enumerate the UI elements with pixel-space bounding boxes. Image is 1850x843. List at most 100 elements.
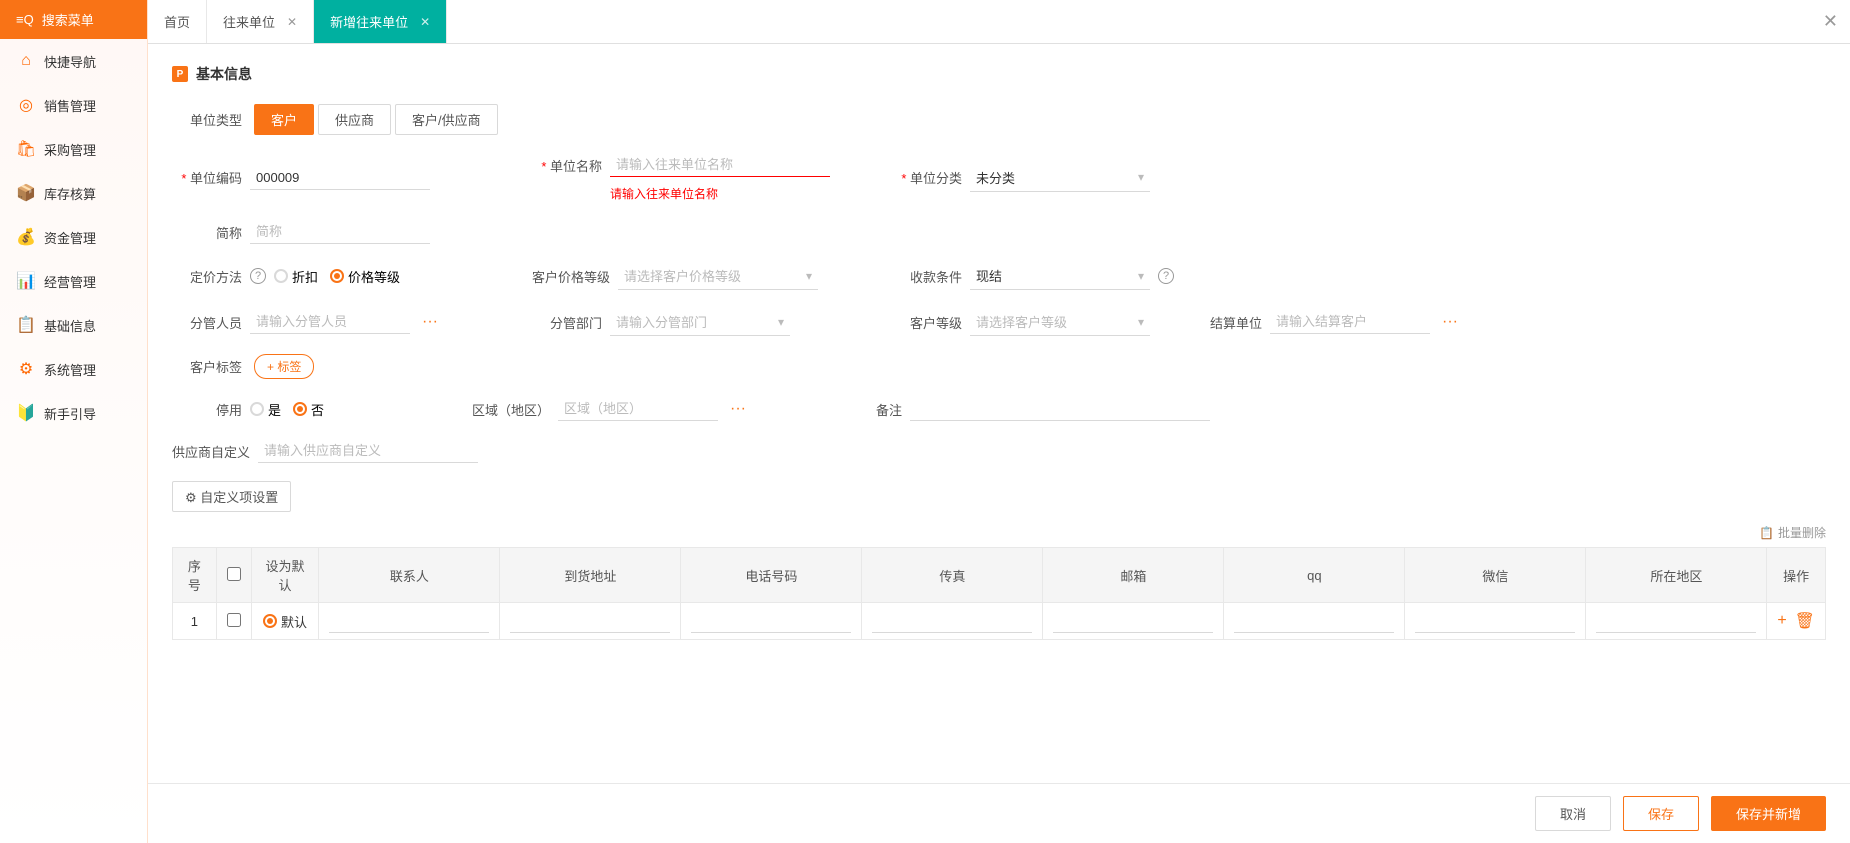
qq-input[interactable] [1234, 609, 1394, 633]
sidebar-item-system[interactable]: ⚙ 系统管理 [0, 347, 147, 391]
add-row-icon[interactable]: + [1777, 612, 1786, 630]
address-input[interactable] [510, 609, 670, 633]
sidebar-item-label: 系统管理 [44, 360, 96, 379]
customer-level-select[interactable]: 请选择客户等级 ▾ [970, 308, 1150, 336]
cell-contact[interactable] [319, 603, 500, 640]
window-controls: ✕ [1811, 0, 1850, 43]
col-wechat: 微信 [1405, 548, 1586, 603]
unit-code-input[interactable] [250, 166, 430, 190]
settlement-unit-input[interactable] [1270, 310, 1430, 334]
settlement-unit-label: 结算单位 [1192, 313, 1262, 332]
sidebar-item-purchase[interactable]: 🛍 采购管理 [0, 127, 147, 171]
cell-fax[interactable] [862, 603, 1043, 640]
region-more-icon[interactable]: ··· [726, 400, 750, 418]
purchase-icon: 🛍 [16, 139, 36, 159]
disabled-yes-label: 是 [268, 400, 281, 419]
sidebar-item-guide[interactable]: 🔰 新手引导 [0, 391, 147, 435]
customer-level-arrow: ▾ [1138, 315, 1144, 329]
finance-icon: 💰 [16, 227, 36, 247]
cancel-button[interactable]: 取消 [1535, 796, 1611, 831]
save-button[interactable]: 保存 [1623, 796, 1699, 831]
cell-qq[interactable] [1224, 603, 1405, 640]
cell-seq: 1 [173, 603, 217, 640]
department-select[interactable]: 请输入分管部门 ▾ [610, 308, 790, 336]
tab-partner-close[interactable]: ✕ [287, 15, 297, 29]
sidebar-item-finance[interactable]: 💰 资金管理 [0, 215, 147, 259]
remark-input[interactable] [910, 397, 1210, 421]
pricing-help-icon[interactable]: ? [250, 268, 266, 284]
unit-category-select[interactable]: 未分类 ▾ [970, 164, 1150, 192]
disabled-yes-radio[interactable] [250, 402, 264, 416]
contact-input[interactable] [329, 609, 489, 633]
customer-tag-row: 客户标签 + 标签 [172, 354, 1826, 379]
tab-new-partner[interactable]: 新增往来单位 ✕ [314, 0, 447, 43]
tab-new-partner-close[interactable]: ✕ [420, 15, 430, 29]
row-checkbox[interactable] [227, 613, 241, 627]
sidebar-item-label: 快捷导航 [44, 52, 96, 71]
wechat-input[interactable] [1415, 609, 1575, 633]
form-area: P 基本信息 单位类型 客户 供应商 客户/供应商 单位编码 单位名称 [148, 44, 1850, 783]
pricing-level[interactable]: 价格等级 [330, 267, 400, 286]
pricing-level-radio[interactable] [330, 269, 344, 283]
cell-wechat[interactable] [1405, 603, 1586, 640]
fax-input[interactable] [872, 609, 1032, 633]
customer-price-level-select[interactable]: 请选择客户价格等级 ▾ [618, 262, 818, 290]
pricing-discount[interactable]: 折扣 [274, 267, 318, 286]
payment-help-icon[interactable]: ? [1158, 268, 1174, 284]
sidebar-search[interactable]: ≡Q 搜索菜单 [0, 0, 147, 39]
sidebar-item-quick-nav[interactable]: ⌂ 快捷导航 [0, 39, 147, 83]
unit-name-input[interactable] [610, 153, 830, 177]
unit-name-label: 单位名称 [532, 156, 602, 175]
pricing-discount-radio[interactable] [274, 269, 288, 283]
sidebar-item-sales[interactable]: ◎ 销售管理 [0, 83, 147, 127]
sidebar-item-label: 新手引导 [44, 404, 96, 423]
default-radio-item[interactable]: 默认 [262, 612, 309, 631]
batch-delete[interactable]: 📋 批量删除 [172, 524, 1826, 541]
disabled-radio-group: 是 否 [250, 400, 324, 419]
region-label: 区域（地区） [472, 400, 550, 419]
unit-type-customer[interactable]: 客户 [254, 104, 314, 135]
sidebar-item-basic-info[interactable]: 📋 基础信息 [0, 303, 147, 347]
customer-price-level-placeholder: 请选择客户价格等级 [624, 266, 741, 285]
save-new-button[interactable]: 保存并新增 [1711, 796, 1826, 831]
cell-region[interactable] [1586, 603, 1767, 640]
unit-type-both[interactable]: 客户/供应商 [395, 104, 498, 135]
tab-partner[interactable]: 往来单位 ✕ [207, 0, 314, 43]
col-seq: 序号 [173, 548, 217, 603]
supplier-custom-label: 供应商自定义 [172, 442, 250, 461]
cell-phone[interactable] [681, 603, 862, 640]
cell-email[interactable] [1043, 603, 1224, 640]
supplier-custom-input[interactable] [258, 439, 478, 463]
short-name-input[interactable] [250, 220, 430, 244]
payment-terms-select[interactable]: 现结 ▾ [970, 262, 1150, 290]
delete-row-icon[interactable]: 🗑 [1795, 611, 1815, 631]
manager-input[interactable] [250, 310, 410, 334]
short-name-label: 简称 [172, 223, 242, 242]
disabled-no[interactable]: 否 [293, 400, 324, 419]
disabled-yes[interactable]: 是 [250, 400, 281, 419]
unit-type-supplier[interactable]: 供应商 [318, 104, 391, 135]
batch-delete-label: 批量删除 [1778, 524, 1826, 541]
email-input[interactable] [1053, 609, 1213, 633]
region-input[interactable] [558, 397, 718, 421]
unit-name-error: 请输入往来单位名称 [610, 187, 718, 201]
region-table-input[interactable] [1596, 609, 1756, 633]
disabled-no-radio[interactable] [293, 402, 307, 416]
sidebar-item-label: 库存核算 [44, 184, 96, 203]
payment-terms-value: 现结 [976, 266, 1002, 285]
header-checkbox[interactable] [227, 567, 241, 581]
sidebar-item-inventory[interactable]: 📦 库存核算 [0, 171, 147, 215]
custom-settings-button[interactable]: ⚙ 自定义项设置 [172, 481, 291, 512]
add-tag-button[interactable]: + 标签 [254, 354, 314, 379]
tab-home[interactable]: 首页 [148, 0, 207, 43]
batch-delete-icon: 📋 [1759, 526, 1774, 540]
contacts-table: 序号 设为默认 联系人 到货地址 电话号码 传真 邮箱 qq 微信 所在地区 操… [172, 547, 1826, 640]
settlement-more-icon[interactable]: ··· [1438, 313, 1462, 331]
col-region: 所在地区 [1586, 548, 1767, 603]
default-radio[interactable] [263, 614, 277, 628]
phone-input[interactable] [691, 609, 851, 633]
sidebar-item-operations[interactable]: 📊 经营管理 [0, 259, 147, 303]
window-close-icon[interactable]: ✕ [1823, 11, 1838, 32]
manager-more-icon[interactable]: ··· [418, 313, 442, 331]
cell-address[interactable] [500, 603, 681, 640]
